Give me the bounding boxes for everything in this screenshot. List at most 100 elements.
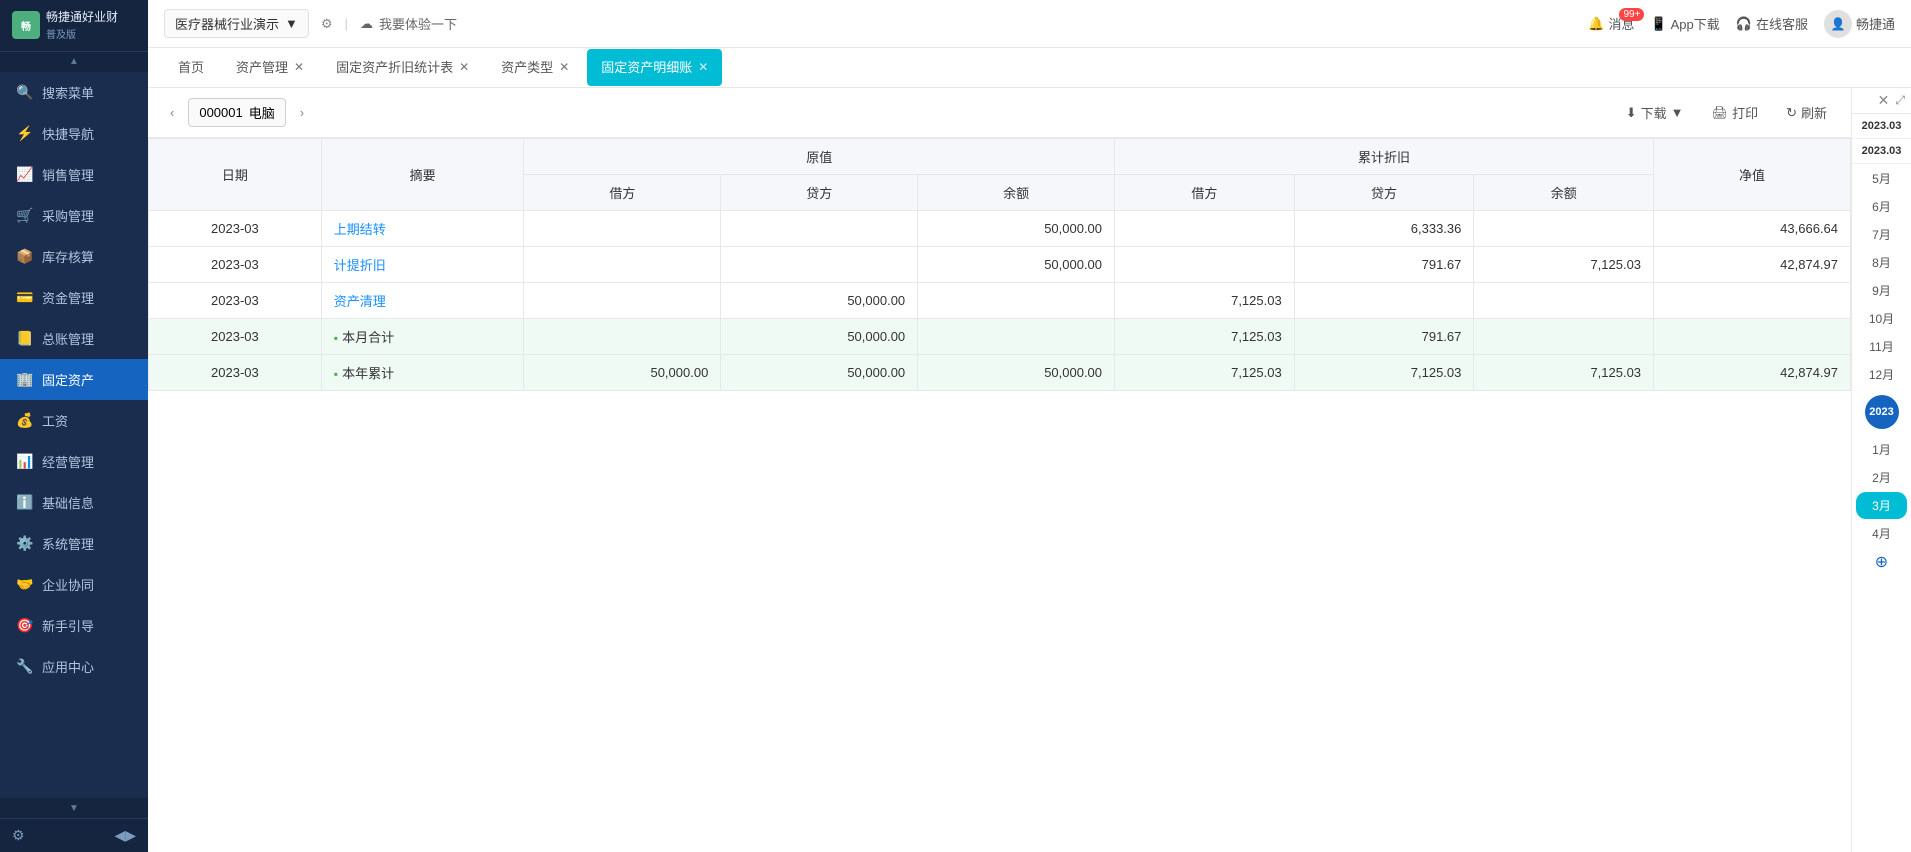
sidebar-item-purchase[interactable]: 🛒 采购管理 [0, 195, 148, 236]
download-btn[interactable]: ⬇ 下载 ▼ [1618, 99, 1692, 126]
cell-date: 2023-03 [149, 211, 322, 247]
sidebar-item-basic[interactable]: ℹ️基础信息 [0, 482, 148, 523]
cell-ov-balance [918, 319, 1115, 355]
user-btn[interactable]: 👤 畅捷通 [1824, 10, 1895, 38]
cell-ov-credit [721, 211, 918, 247]
sidebar-item-label: 销售管理 [42, 165, 94, 184]
time-month-item[interactable]: 6月 [1856, 193, 1907, 220]
next-asset-btn[interactable]: › [294, 103, 310, 122]
tab-asset-detail[interactable]: 固定资产明细账✕ [587, 49, 722, 86]
sidebar: 畅 畅捷通好业财 普及版 ▲ 🔍搜索菜单⚡快捷导航📈销售管理🛒采购管理📦库存核算… [0, 0, 148, 852]
cell-ad-debit: 7,125.03 [1115, 319, 1295, 355]
time-month-item[interactable]: 4月 [1856, 520, 1907, 547]
sidebar-item-label: 快捷导航 [42, 124, 94, 143]
right-panel-header: ✕ ⤢ [1852, 88, 1911, 114]
sidebar-item-search[interactable]: 🔍搜索菜单 [0, 72, 148, 113]
cell-ov-debit [524, 283, 721, 319]
sidebar-item-system[interactable]: ⚙️系统管理 [0, 523, 148, 564]
cell-ad-debit: 7,125.03 [1115, 355, 1295, 391]
table-row: 2023-03 上期结转 50,000.00 6,333.36 43,666.6… [149, 211, 1851, 247]
tab-asset-mgmt[interactable]: 资产管理✕ [222, 49, 318, 86]
cell-ad-balance: 7,125.03 [1474, 247, 1654, 283]
time-month-item[interactable]: 12月 [1856, 361, 1907, 388]
support-btn[interactable]: 🎧 在线客服 [1736, 14, 1808, 33]
download-btn[interactable]: 📱 App下载 [1650, 14, 1719, 33]
col-ad-balance: 余额 [1474, 175, 1654, 211]
tab-depreciation-stats[interactable]: 固定资产折旧统计表✕ [322, 49, 483, 86]
cell-date: 2023-03 [149, 247, 322, 283]
time-month-active[interactable]: 3月 [1856, 492, 1907, 519]
time-month-item[interactable]: 2月 [1856, 464, 1907, 491]
notifications-btn[interactable]: 🔔 消息 99+ [1588, 14, 1634, 33]
tab-close-icon[interactable]: ✕ [459, 60, 469, 74]
summary-text[interactable]: 上期结转 [334, 222, 386, 237]
time-month-item[interactable]: 9月 [1856, 277, 1907, 304]
refresh-btn[interactable]: ↻ 刷新 [1778, 99, 1835, 126]
col-ov-debit: 借方 [524, 175, 721, 211]
cell-ov-balance: 50,000.00 [918, 355, 1115, 391]
headset-icon: 🎧 [1736, 16, 1752, 32]
time-month-item[interactable]: 10月 [1856, 305, 1907, 332]
collapse-icon[interactable]: ◀▶ [114, 827, 136, 844]
topbar: 医疗器械行业演示 ▼ ⚙ | ☁ 我要体验一下 🔔 消息 99+ 📱 App下载… [148, 0, 1911, 48]
close-icon[interactable]: ✕ [1878, 92, 1890, 109]
sidebar-item-label: 基础信息 [42, 493, 94, 512]
year-badge[interactable]: 2023 [1865, 395, 1899, 429]
print-icon: 🖨 [1712, 105, 1729, 121]
sidebar-item-quicknav[interactable]: ⚡快捷导航 [0, 113, 148, 154]
topbar-right: 🔔 消息 99+ 📱 App下载 🎧 在线客服 👤 畅捷通 [1588, 10, 1895, 38]
content-area: ‹ 000001 电脑 › ⬇ 下载 ▼ 🖨 打印 [148, 88, 1911, 852]
summary-text[interactable]: 计提折旧 [334, 258, 386, 273]
dropdown-icon: ▼ [285, 16, 298, 31]
summary-text[interactable]: 资产清理 [334, 294, 386, 309]
time-month-item[interactable]: 11月 [1856, 333, 1907, 360]
sidebar-item-label: 经营管理 [42, 452, 94, 471]
experience-btn[interactable]: ☁ 我要体验一下 [360, 14, 457, 33]
time-month-item[interactable]: 7月 [1856, 221, 1907, 248]
sidebar-item-guide[interactable]: 🎯新手引导 [0, 605, 148, 646]
sidebar-scroll-up[interactable]: ▲ [0, 52, 148, 72]
sidebar-item-fixed-assets[interactable]: 🏢固定资产 [0, 359, 148, 400]
guide-icon: 🎯 [16, 616, 34, 634]
sidebar-item-collab[interactable]: 🤝企业协同 [0, 564, 148, 605]
sub-header-left: ‹ 000001 电脑 › [164, 98, 310, 127]
tab-close-icon[interactable]: ✕ [294, 60, 304, 74]
sidebar-item-label: 搜索菜单 [42, 83, 94, 102]
tab-asset-type[interactable]: 资产类型✕ [487, 49, 583, 86]
asset-code: 000001 [199, 105, 242, 120]
time-month-item[interactable]: 5月 [1856, 165, 1907, 192]
company-selector[interactable]: 医疗器械行业演示 ▼ [164, 9, 309, 38]
asset-selector[interactable]: 000001 电脑 [188, 98, 285, 127]
sidebar-item-inventory[interactable]: 📦库存核算 [0, 236, 148, 277]
tab-close-icon[interactable]: ✕ [698, 60, 708, 74]
settings-icon[interactable]: ⚙ [12, 827, 25, 844]
sidebar-item-finance[interactable]: 💳资金管理 [0, 277, 148, 318]
settings-topbar-icon[interactable]: ⚙ [321, 16, 333, 32]
tab-home[interactable]: 首页 [164, 49, 218, 86]
sidebar-item-ops[interactable]: 📊经营管理 [0, 441, 148, 482]
sidebar-item-payroll[interactable]: 💰工资 [0, 400, 148, 441]
tab-close-icon[interactable]: ✕ [559, 60, 569, 74]
sidebar-item-ledger[interactable]: 📒总账管理 [0, 318, 148, 359]
sidebar-item-sales[interactable]: 📈销售管理 [0, 154, 148, 195]
row-icon: ▪ [334, 331, 338, 345]
table-container: 日期 摘要 原值 累计折旧 净值 借方 贷方 余额 借方 贷方 余额 [148, 138, 1851, 852]
time-month-item[interactable]: 1月 [1856, 436, 1907, 463]
cell-net-value [1654, 283, 1851, 319]
sidebar-nav: 🔍搜索菜单⚡快捷导航📈销售管理 🛒 采购管理 📦库存核算💳资金管理📒总账管理🏢固定资产… [0, 72, 148, 798]
expand-icon[interactable]: ⤢ [1895, 93, 1905, 108]
purchase-icon: 🛒 [16, 206, 34, 224]
print-btn[interactable]: 🖨 打印 [1704, 99, 1767, 126]
sidebar-footer: ⚙ ◀▶ [0, 818, 148, 852]
sidebar-item-apps[interactable]: 🔧应用中心 [0, 646, 148, 687]
sidebar-item-label: 采购管理 [42, 206, 94, 225]
prev-asset-btn[interactable]: ‹ [164, 103, 180, 122]
time-month-item[interactable]: 8月 [1856, 249, 1907, 276]
main-content: 医疗器械行业演示 ▼ ⚙ | ☁ 我要体验一下 🔔 消息 99+ 📱 App下载… [148, 0, 1911, 852]
payroll-icon: 💰 [16, 411, 34, 429]
sidebar-scroll-down[interactable]: ▼ [0, 798, 148, 818]
cell-ad-credit: 791.67 [1294, 247, 1474, 283]
time-nav-down[interactable]: ⊕ [1852, 548, 1911, 576]
bell-icon: 🔔 [1588, 16, 1604, 32]
sidebar-item-label: 总账管理 [42, 329, 94, 348]
